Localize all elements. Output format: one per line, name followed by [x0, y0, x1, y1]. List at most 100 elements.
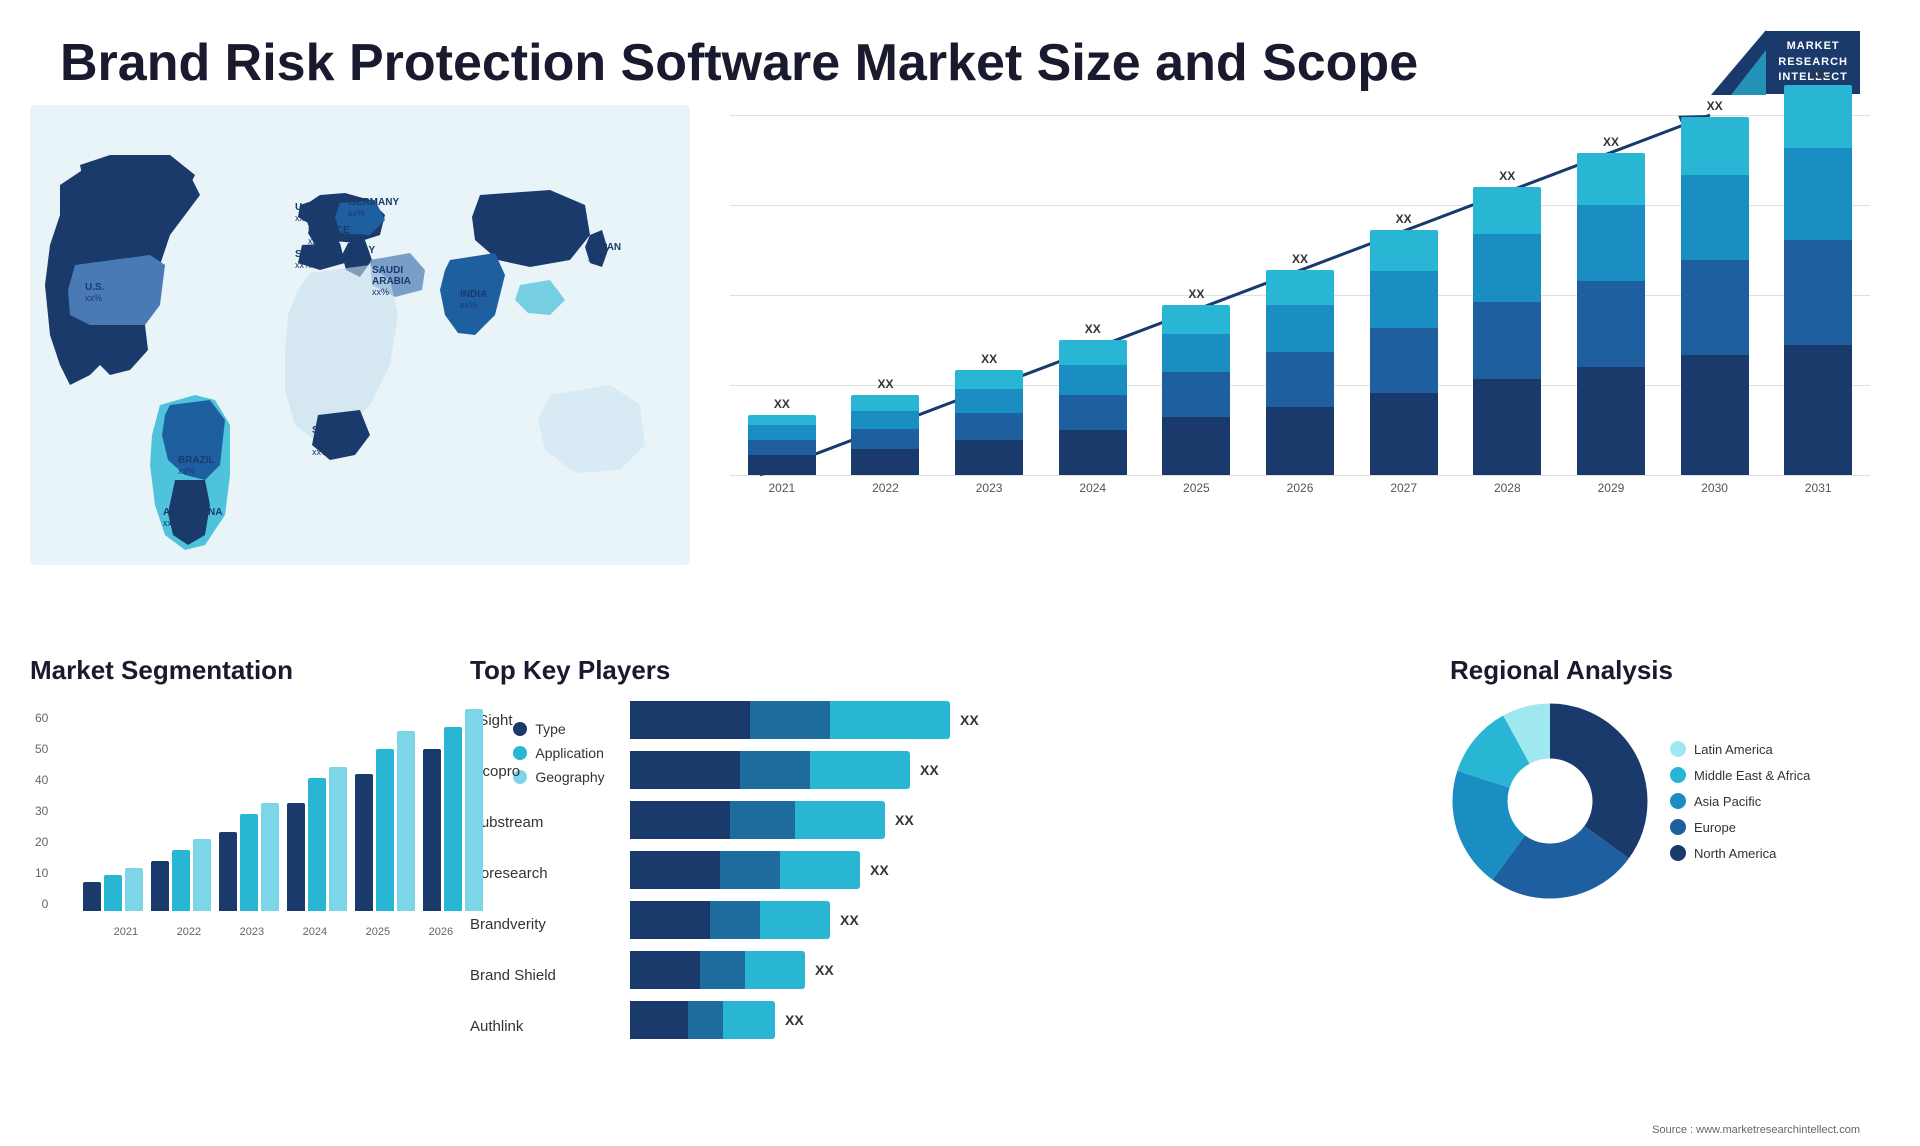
- hbar-brandshield-label: XX: [815, 962, 834, 978]
- bar-value-2031: XX: [1810, 67, 1826, 81]
- bar-group-2021: [83, 868, 143, 911]
- svg-text:SOUTH: SOUTH: [312, 425, 347, 436]
- bar-year-2025: 2025: [1183, 481, 1210, 495]
- player-incopro: Incopro: [470, 752, 600, 791]
- bar-col-2028: XX 2028: [1455, 169, 1559, 495]
- bar-value-2028: XX: [1499, 169, 1515, 183]
- regional-legend: Latin America Middle East & Africa Asia …: [1670, 741, 1810, 861]
- svg-text:JAPAN: JAPAN: [588, 242, 621, 253]
- bar-year-2023: 2023: [976, 481, 1003, 495]
- svg-text:MEXICO: MEXICO: [95, 337, 135, 348]
- hbar-hubstream-label: XX: [895, 812, 914, 828]
- svg-text:U.S.: U.S.: [85, 282, 105, 293]
- svg-text:xx%: xx%: [308, 236, 325, 246]
- geo-bar-2023: [261, 803, 279, 911]
- legend-middle-east: Middle East & Africa: [1670, 767, 1810, 783]
- hbar-coresearch-label: XX: [870, 862, 889, 878]
- bar-col-2031: XX 2031: [1766, 67, 1870, 495]
- svg-text:xx%: xx%: [312, 447, 329, 457]
- segmentation-chart: 60 50 40 30 20 10 0: [30, 701, 450, 938]
- bar-value-2021: XX: [774, 397, 790, 411]
- x-axis: 2021 2022 2023 2024 2025 2026: [83, 926, 483, 938]
- svg-text:xx%: xx%: [348, 256, 365, 266]
- svg-text:INDIA: INDIA: [460, 289, 487, 300]
- bar-year-2024: 2024: [1079, 481, 1106, 495]
- app-bar-2026: [444, 727, 462, 911]
- type-bar-2025: [355, 774, 373, 911]
- svg-text:xx%: xx%: [510, 226, 527, 236]
- hbar-brandshield-bar: [630, 951, 805, 989]
- logo-icon: [1711, 30, 1766, 95]
- hbar-isight-label: XX: [960, 712, 979, 728]
- bar-col-2024: XX 2024: [1041, 322, 1145, 495]
- world-map: CANADA xx% U.S. xx% MEXICO xx% BRAZIL xx…: [30, 105, 710, 635]
- hbar-coresearch-bar: [630, 851, 860, 889]
- key-players-section: Top Key Players i-Sight Incopro Hubstrea…: [470, 655, 1430, 1046]
- hbar-incopro-bar: [630, 751, 910, 789]
- player-isight: i-Sight: [470, 701, 600, 740]
- bar-col-2026: XX 2026: [1248, 252, 1352, 495]
- bar-group-2023: [219, 803, 279, 911]
- bar-group-2026: [423, 709, 483, 911]
- hbar-authlink: XX: [630, 1001, 1430, 1039]
- source-text: Source : www.marketresearchintellect.com: [1652, 1124, 1860, 1136]
- dot-asia-pacific: [1670, 793, 1686, 809]
- hbar-brandverity-label: XX: [840, 912, 859, 928]
- hbar-hubstream: XX: [630, 801, 1430, 839]
- player-list: i-Sight Incopro Hubstream Coresearch Bra…: [470, 701, 600, 1046]
- svg-text:xx%: xx%: [130, 176, 147, 186]
- player-brandshield: Brand Shield: [470, 956, 600, 995]
- legend-latin-america: Latin America: [1670, 741, 1810, 757]
- geo-bar-2022: [193, 839, 211, 911]
- svg-text:FRANCE: FRANCE: [308, 225, 350, 236]
- legend-north-america: North America: [1670, 845, 1810, 861]
- svg-text:AFRICA: AFRICA: [312, 436, 350, 447]
- player-hubstream: Hubstream: [470, 803, 600, 842]
- legend-europe: Europe: [1670, 819, 1810, 835]
- hbar-isight-bar: [630, 701, 950, 739]
- bar-value-2022: XX: [877, 377, 893, 391]
- page-header: Brand Risk Protection Software Market Si…: [0, 0, 1920, 105]
- players-content: i-Sight Incopro Hubstream Coresearch Bra…: [470, 701, 1430, 1046]
- page-title: Brand Risk Protection Software Market Si…: [60, 33, 1418, 93]
- bar-year-2031: 2031: [1805, 481, 1832, 495]
- bar-col-2025: XX 2025: [1145, 287, 1249, 495]
- hbar-authlink-bar: [630, 1001, 775, 1039]
- bar-year-2029: 2029: [1598, 481, 1625, 495]
- bar-group-2024: [287, 767, 347, 911]
- bar-col-2029: XX 2029: [1559, 135, 1663, 495]
- bar-value-2030: XX: [1707, 99, 1723, 113]
- app-bar-2021: [104, 875, 122, 911]
- svg-text:ARABIA: ARABIA: [372, 276, 411, 287]
- hbar-brandshield: XX: [630, 951, 1430, 989]
- dot-latin-america: [1670, 741, 1686, 757]
- bar-value-2024: XX: [1085, 322, 1101, 336]
- map-svg: CANADA xx% U.S. xx% MEXICO xx% BRAZIL xx…: [30, 105, 690, 565]
- player-coresearch: Coresearch: [470, 854, 600, 893]
- growth-chart-area: XX 2021 XX: [710, 105, 1890, 635]
- svg-text:CHINA: CHINA: [510, 215, 542, 226]
- bar-group-2025: [355, 731, 415, 911]
- bar-year-2021: 2021: [768, 481, 795, 495]
- svg-text:xx%: xx%: [178, 466, 195, 476]
- regional-analysis: Regional Analysis Lati: [1450, 655, 1890, 1046]
- type-bar-2023: [219, 832, 237, 911]
- hbar-incopro: XX: [630, 751, 1430, 789]
- dot-europe: [1670, 819, 1686, 835]
- type-bar-2022: [151, 861, 169, 911]
- bar-groups: 2021 2022 2023 2024 2025 2026: [83, 701, 483, 938]
- donut-area: Latin America Middle East & Africa Asia …: [1450, 701, 1890, 901]
- type-bar-2026: [423, 749, 441, 911]
- app-bar-2024: [308, 778, 326, 911]
- svg-text:xx%: xx%: [85, 293, 102, 303]
- svg-text:xx%: xx%: [460, 300, 477, 310]
- svg-text:xx%: xx%: [295, 213, 312, 223]
- hbar-isight: XX: [630, 701, 1430, 739]
- geo-bar-2025: [397, 731, 415, 911]
- dot-north-america: [1670, 845, 1686, 861]
- svg-text:ARGENTINA: ARGENTINA: [163, 507, 222, 518]
- svg-text:SPAIN: SPAIN: [295, 249, 325, 260]
- bar-value-2026: XX: [1292, 252, 1308, 266]
- bottom-section: Market Segmentation 60 50 40 30 20 10 0: [0, 635, 1920, 1056]
- bar-col-2027: XX 2027: [1352, 212, 1456, 495]
